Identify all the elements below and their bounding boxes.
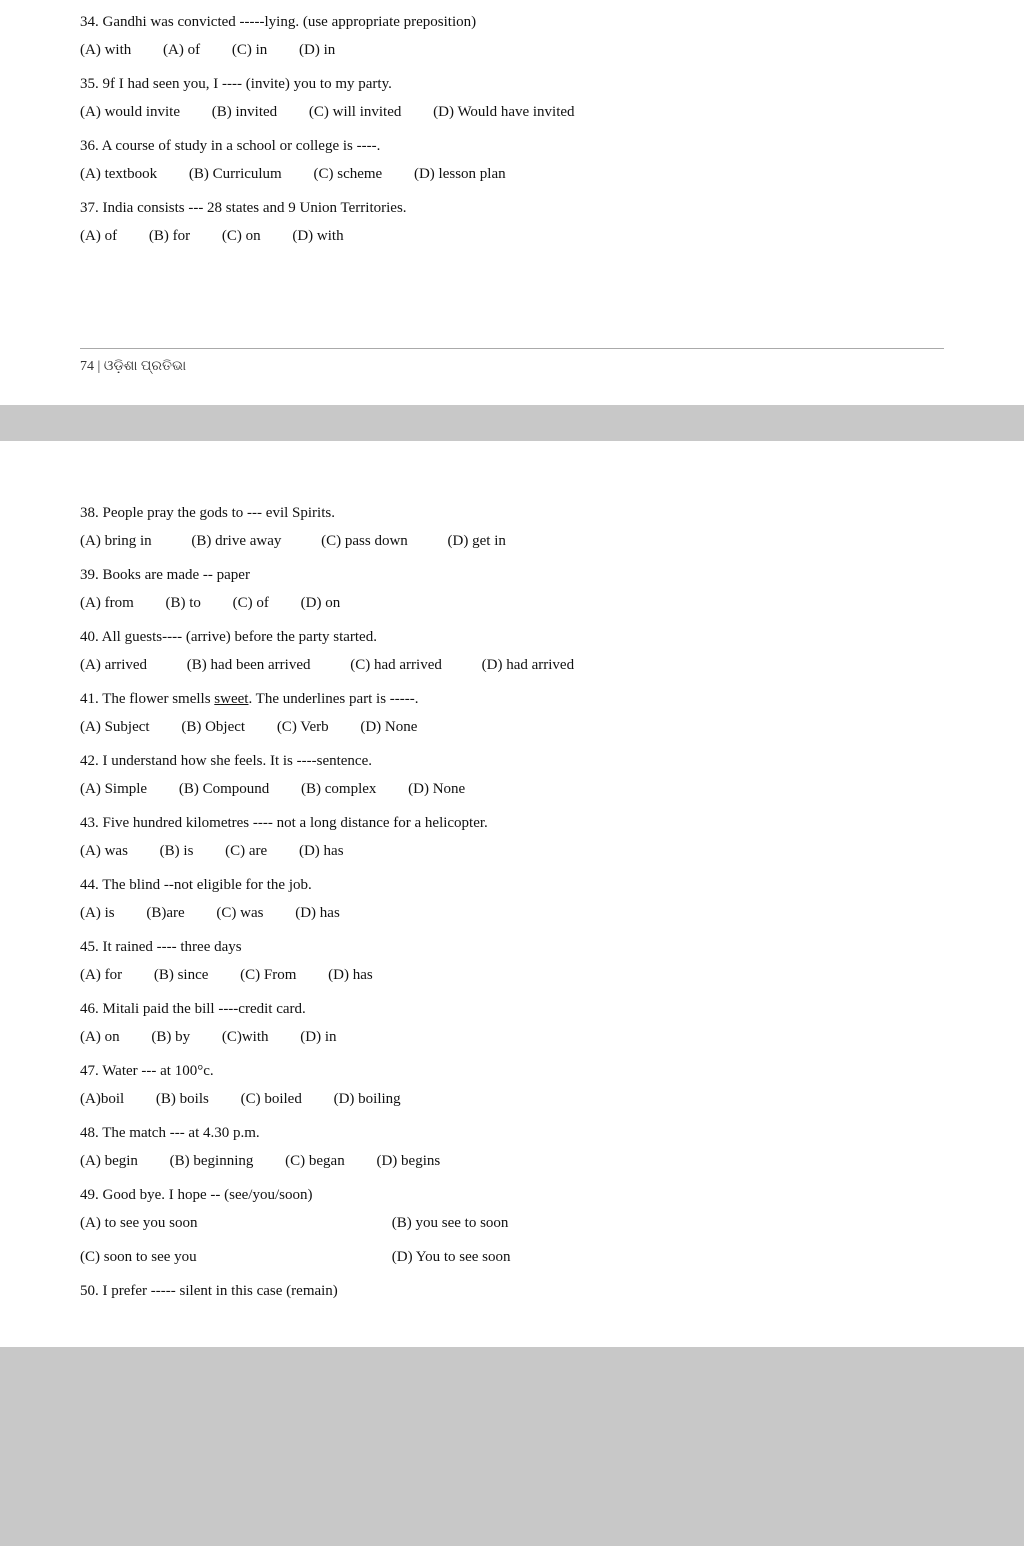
- page-1: 34. Gandhi was convicted -----lying. (us…: [0, 0, 1024, 405]
- options-34: (A) with (A) of (C) in (D) in: [80, 38, 944, 62]
- question-35: 35. 9f I had seen you, I ---- (invite) y…: [80, 72, 944, 96]
- question-47: 47. Water --- at 100°c.: [80, 1059, 944, 1083]
- options-43: (A) was (B) is (C) are (D) has: [80, 839, 944, 863]
- options-45: (A) for (B) since (C) From (D) has: [80, 963, 944, 987]
- options-37: (A) of (B) for (C) on (D) with: [80, 224, 944, 248]
- options-36: (A) textbook (B) Curriculum (C) scheme (…: [80, 162, 944, 186]
- question-44: 44. The blind --not eligible for the job…: [80, 873, 944, 897]
- question-46: 46. Mitali paid the bill ----credit card…: [80, 997, 944, 1021]
- question-45: 45. It rained ---- three days: [80, 935, 944, 959]
- question-42: 42. I understand how she feels. It is --…: [80, 749, 944, 773]
- options-48: (A) begin (B) beginning (C) began (D) be…: [80, 1149, 944, 1173]
- question-41: 41. The flower smells sweet. The underli…: [80, 687, 944, 711]
- question-39: 39. Books are made -- paper: [80, 563, 944, 587]
- question-43: 43. Five hundred kilometres ---- not a l…: [80, 811, 944, 835]
- options-49-row2: (C) soon to see you (D) You to see soon: [80, 1245, 944, 1269]
- options-42: (A) Simple (B) Compound (B) complex (D) …: [80, 777, 944, 801]
- question-48: 48. The match --- at 4.30 p.m.: [80, 1121, 944, 1145]
- options-49-row1: (A) to see you soon (B) you see to soon: [80, 1211, 944, 1235]
- question-36: 36. A course of study in a school or col…: [80, 134, 944, 158]
- question-37: 37. India consists --- 28 states and 9 U…: [80, 196, 944, 220]
- question-34: 34. Gandhi was convicted -----lying. (us…: [80, 10, 944, 34]
- options-41: (A) Subject (B) Object (C) Verb (D) None: [80, 715, 944, 739]
- options-38: (A) bring in (B) drive away (C) pass dow…: [80, 529, 944, 553]
- question-50: 50. I prefer ----- silent in this case (…: [80, 1279, 944, 1303]
- question-49: 49. Good bye. I hope -- (see/you/soon): [80, 1183, 944, 1207]
- page-2: 38. People pray the gods to --- evil Spi…: [0, 441, 1024, 1347]
- options-46: (A) on (B) by (C)with (D) in: [80, 1025, 944, 1049]
- question-40: 40. All guests---- (arrive) before the p…: [80, 625, 944, 649]
- options-35: (A) would invite (B) invited (C) will in…: [80, 100, 944, 124]
- underlined-word: sweet: [214, 691, 248, 707]
- question-38: 38. People pray the gods to --- evil Spi…: [80, 501, 944, 525]
- options-40: (A) arrived (B) had been arrived (C) had…: [80, 653, 944, 677]
- page-number: 74 | ଓଡ଼ିଶା ପ୍ରତିଭା: [80, 348, 944, 375]
- options-39: (A) from (B) to (C) of (D) on: [80, 591, 944, 615]
- options-44: (A) is (B)are (C) was (D) has: [80, 901, 944, 925]
- options-47: (A)boil (B) boils (C) boiled (D) boiling: [80, 1087, 944, 1111]
